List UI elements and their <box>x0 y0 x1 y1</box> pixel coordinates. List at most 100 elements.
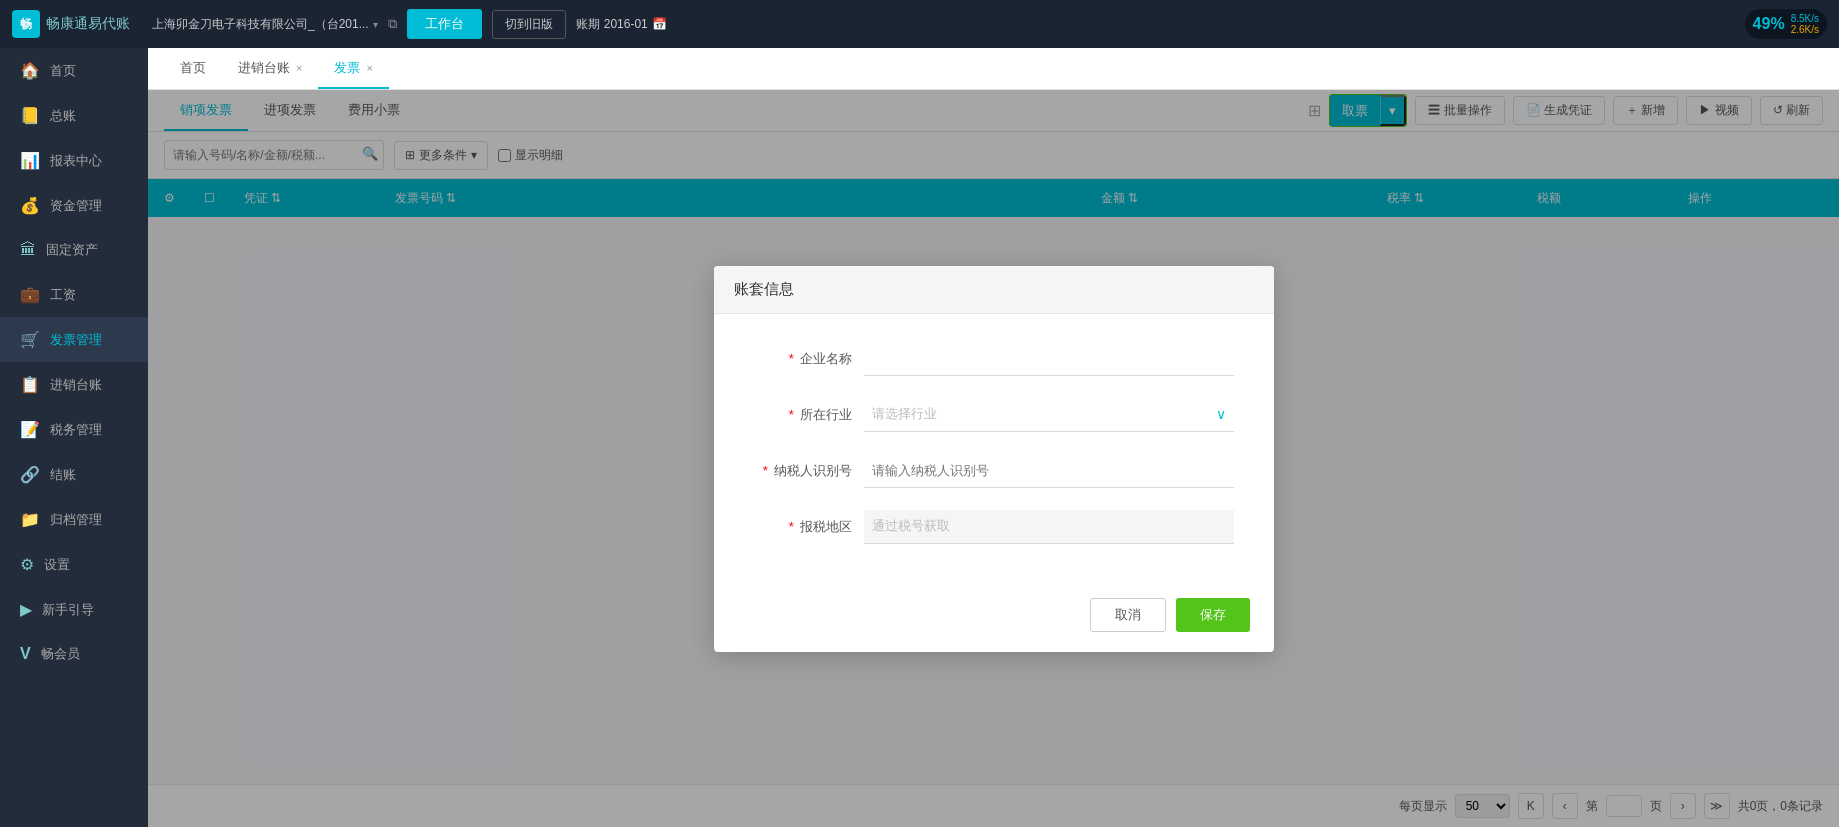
sidebar-item-label: 报表中心 <box>50 152 102 170</box>
tax-region-label: * 报税地区 <box>754 518 864 536</box>
industry-chevron-icon: ∨ <box>1216 406 1226 422</box>
company-name-input[interactable]: 11 <box>864 342 1234 376</box>
sidebar-item-label: 设置 <box>44 556 70 574</box>
sidebar-item-label: 首页 <box>50 62 76 80</box>
tax-id-input[interactable] <box>864 454 1234 488</box>
sidebar-item-label: 总账 <box>50 107 76 125</box>
calendar-icon[interactable]: 📅 <box>652 17 667 31</box>
sidebar-item-archive[interactable]: 📁 归档管理 <box>0 497 148 542</box>
sidebar-item-label: 畅会员 <box>41 645 80 663</box>
ledger-icon: 📒 <box>20 106 40 125</box>
tab-invoices[interactable]: 发票 × <box>318 49 388 89</box>
tab-home-label: 首页 <box>180 59 206 77</box>
sidebar-item-sales[interactable]: 📋 进销台账 <box>0 362 148 407</box>
workbench-button[interactable]: 工作台 <box>407 9 482 39</box>
funds-icon: 💰 <box>20 196 40 215</box>
company-name-label: * 企业名称 <box>754 350 864 368</box>
logo-text: 畅康通易代账 <box>46 15 130 33</box>
tab-sales-ledger[interactable]: 进销台账 × <box>222 49 318 89</box>
content-area: 首页 进销台账 × 发票 × 销项发票 进项发票 费用 <box>148 48 1839 827</box>
tax-id-label: * 纳税人识别号 <box>754 462 864 480</box>
sidebar-item-label: 新手引导 <box>42 601 94 619</box>
sidebar-item-tax[interactable]: 📝 税务管理 <box>0 407 148 452</box>
tab-home[interactable]: 首页 <box>164 49 222 89</box>
modal-overlay: 账套信息 * 企业名称 11 <box>148 90 1839 827</box>
tab-bar: 首页 进销台账 × 发票 × <box>148 48 1839 90</box>
required-marker: * <box>763 463 768 478</box>
switch-old-button[interactable]: 切到旧版 <box>492 10 566 39</box>
tax-id-row: * 纳税人识别号 <box>754 454 1234 488</box>
dialog-title: 账套信息 <box>734 280 794 297</box>
sidebar-item-settings[interactable]: ⚙ 设置 <box>0 542 148 587</box>
dialog-header: 账套信息 <box>714 266 1274 314</box>
sidebar-item-ledger[interactable]: 📒 总账 <box>0 93 148 138</box>
tab-sales-ledger-close-icon[interactable]: × <box>296 62 302 74</box>
sidebar-item-label: 归档管理 <box>50 511 102 529</box>
sidebar: 🏠 首页 📒 总账 📊 报表中心 💰 资金管理 🏛 固定资产 💼 工资 🛒 发票… <box>0 48 148 827</box>
dialog-footer: 取消 保存 <box>714 586 1274 652</box>
tax-icon: 📝 <box>20 420 40 439</box>
home-icon: 🏠 <box>20 61 40 80</box>
archive-icon: 📁 <box>20 510 40 529</box>
copy-icon: ⧉ <box>388 16 397 32</box>
sidebar-item-invoices[interactable]: 🛒 发票管理 <box>0 317 148 362</box>
topbar: 畅 畅康通易代账 上海卯金刀电子科技有限公司_（台201... ▾ ⧉ 工作台 … <box>0 0 1839 48</box>
sidebar-item-label: 发票管理 <box>50 331 102 349</box>
required-marker: * <box>789 351 794 366</box>
logo: 畅 畅康通易代账 <box>12 10 142 38</box>
speed-percent: 49% <box>1753 15 1785 33</box>
tab-invoices-label: 发票 <box>334 59 360 77</box>
sidebar-item-guide[interactable]: ▶ 新手引导 <box>0 587 148 632</box>
settle-icon: 🔗 <box>20 465 40 484</box>
sidebar-item-label: 工资 <box>50 286 76 304</box>
sidebar-item-reports[interactable]: 📊 报表中心 <box>0 138 148 183</box>
industry-select[interactable]: 请选择行业 ∨ <box>864 398 1234 432</box>
company-name-row: * 企业名称 11 <box>754 342 1234 376</box>
salary-icon: 💼 <box>20 285 40 304</box>
sidebar-item-member[interactable]: V 畅会员 <box>0 632 148 676</box>
guide-icon: ▶ <box>20 600 32 619</box>
download-speed: 2.6K/s <box>1791 24 1819 35</box>
member-icon: V <box>20 645 31 663</box>
sales-icon: 📋 <box>20 375 40 394</box>
sidebar-item-label: 固定资产 <box>46 241 98 259</box>
sidebar-item-label: 税务管理 <box>50 421 102 439</box>
reports-icon: 📊 <box>20 151 40 170</box>
settings-icon: ⚙ <box>20 555 34 574</box>
company-chevron-icon: ▾ <box>373 19 378 30</box>
company-name: 上海卯金刀电子科技有限公司_（台201... <box>152 16 369 33</box>
required-marker: * <box>789 519 794 534</box>
sidebar-item-label: 进销台账 <box>50 376 102 394</box>
period-label: 账期 <box>576 16 600 33</box>
sidebar-item-funds[interactable]: 💰 资金管理 <box>0 183 148 228</box>
sidebar-item-assets[interactable]: 🏛 固定资产 <box>0 228 148 272</box>
industry-row: * 所在行业 请选择行业 ∨ <box>754 398 1234 432</box>
assets-icon: 🏛 <box>20 241 36 259</box>
period-display: 账期 2016-01 📅 <box>576 16 667 33</box>
upload-speed: 8.5K/s <box>1791 13 1819 24</box>
tax-region-row: * 报税地区 通过税号获取 <box>754 510 1234 544</box>
company-selector[interactable]: 上海卯金刀电子科技有限公司_（台201... ▾ <box>152 16 378 33</box>
sidebar-item-salary[interactable]: 💼 工资 <box>0 272 148 317</box>
account-info-dialog: 账套信息 * 企业名称 11 <box>714 266 1274 652</box>
sidebar-item-settle[interactable]: 🔗 结账 <box>0 452 148 497</box>
industry-placeholder: 请选择行业 <box>872 405 937 423</box>
invoices-icon: 🛒 <box>20 330 40 349</box>
speed-indicator: 49% 8.5K/s 2.6K/s <box>1745 9 1827 39</box>
tab-sales-ledger-label: 进销台账 <box>238 59 290 77</box>
dialog-body: * 企业名称 11 * 所在行业 请选择行业 <box>714 314 1274 586</box>
industry-label: * 所在行业 <box>754 406 864 424</box>
logo-icon: 畅 <box>12 10 40 38</box>
tax-region-placeholder: 通过税号获取 <box>872 517 950 535</box>
speed-values: 8.5K/s 2.6K/s <box>1791 13 1819 35</box>
main-layout: 🏠 首页 📒 总账 📊 报表中心 💰 资金管理 🏛 固定资产 💼 工资 🛒 发票… <box>0 48 1839 827</box>
sub-content: 销项发票 进项发票 费用小票 ⊞ 取票 ▾ ☰ 批 <box>148 90 1839 827</box>
save-button[interactable]: 保存 <box>1176 598 1250 632</box>
sidebar-item-home[interactable]: 🏠 首页 <box>0 48 148 93</box>
required-marker: * <box>789 407 794 422</box>
sidebar-item-label: 资金管理 <box>50 197 102 215</box>
cancel-button[interactable]: 取消 <box>1090 598 1166 632</box>
sidebar-item-label: 结账 <box>50 466 76 484</box>
period-value: 2016-01 <box>604 17 648 31</box>
tab-invoices-close-icon[interactable]: × <box>366 62 372 74</box>
